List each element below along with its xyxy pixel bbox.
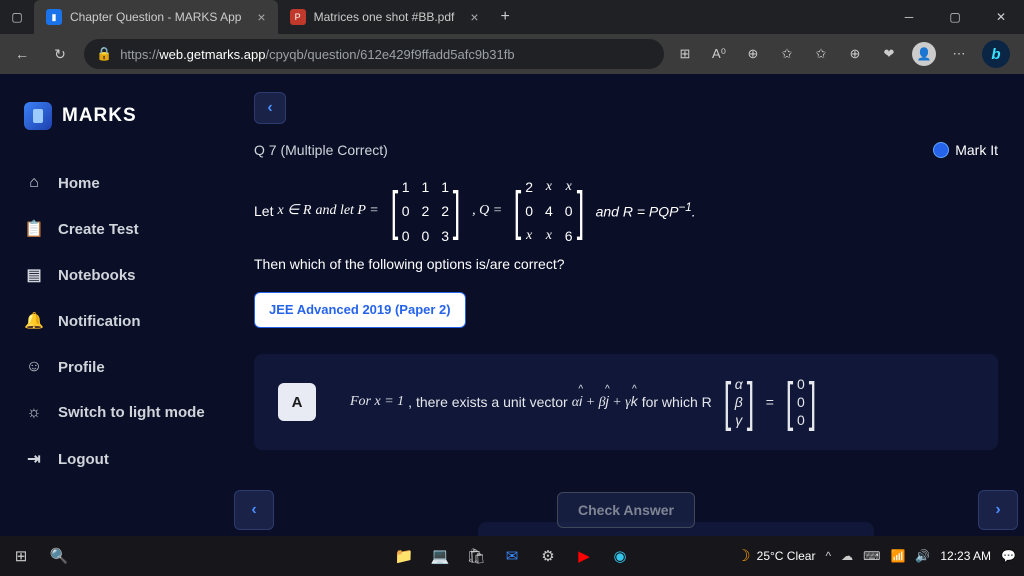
brand-icon bbox=[24, 102, 52, 130]
search-button[interactable]: 🔍 bbox=[42, 539, 76, 573]
profile-icon: ☺ bbox=[24, 357, 44, 377]
extension-icon[interactable]: ❤ bbox=[878, 43, 900, 65]
taskbar-youtube[interactable]: ▶ bbox=[567, 539, 601, 573]
mark-it-button[interactable]: Mark It bbox=[933, 142, 998, 158]
question-then: Then which of the following options is/a… bbox=[254, 253, 998, 275]
clock[interactable]: 12:23 AM bbox=[940, 549, 991, 563]
chevron-up-icon[interactable]: ^ bbox=[825, 549, 831, 563]
close-window-button[interactable]: ✕ bbox=[978, 0, 1024, 34]
sidebar-item-theme[interactable]: ☼Switch to light mode bbox=[24, 390, 228, 436]
sidebar: MARKS ⌂Home 📋Create Test ▤Notebooks 🔔Not… bbox=[0, 74, 228, 536]
matrix-Q: 2xx 040 xx6 bbox=[525, 176, 572, 247]
question-back-button[interactable]: ‹ bbox=[254, 92, 286, 124]
sidebar-item-profile[interactable]: ☺Profile bbox=[24, 344, 228, 390]
bing-button[interactable]: b bbox=[982, 40, 1010, 68]
tab-favicon-marks: ▮ bbox=[46, 9, 62, 25]
prev-question-button[interactable]: ‹ bbox=[234, 490, 274, 530]
profile-avatar[interactable]: 👤 bbox=[912, 42, 936, 66]
taskbar-store[interactable]: 🛍 bbox=[459, 539, 493, 573]
question-number: Q 7 (Multiple Correct) bbox=[254, 142, 388, 158]
brand[interactable]: MARKS bbox=[24, 102, 228, 130]
brand-text: MARKS bbox=[62, 105, 137, 127]
notebook-icon: ▤ bbox=[24, 265, 44, 285]
language-icon[interactable]: ⌨ bbox=[863, 549, 880, 563]
tab-spacer: ▢ bbox=[0, 0, 34, 34]
option-a-card[interactable]: A For x = 1 , there exists a unit vector… bbox=[254, 354, 998, 450]
source-tag[interactable]: JEE Advanced 2019 (Paper 2) bbox=[254, 292, 466, 329]
sun-icon: ☼ bbox=[24, 403, 44, 423]
browser-titlebar: ▢ ▮ Chapter Question - MARKS App × P Mat… bbox=[0, 0, 1024, 34]
check-answer-button[interactable]: Check Answer bbox=[557, 492, 695, 528]
sidebar-item-notification[interactable]: 🔔Notification bbox=[24, 298, 228, 344]
taskbar-edge[interactable]: ◉ bbox=[603, 539, 637, 573]
tab-marks-app[interactable]: ▮ Chapter Question - MARKS App × bbox=[34, 0, 278, 34]
sidebar-item-create-test[interactable]: 📋Create Test bbox=[24, 206, 228, 252]
maximize-button[interactable]: ▢ bbox=[932, 0, 978, 34]
sidebar-item-logout[interactable]: ⇥Logout bbox=[24, 436, 228, 482]
wifi-icon[interactable]: 📶 bbox=[890, 549, 905, 563]
weather-widget[interactable]: ☽ 25°C Clear bbox=[736, 546, 815, 566]
favorites-bar-icon[interactable]: ✩ bbox=[810, 43, 832, 65]
home-icon: ⌂ bbox=[24, 173, 44, 193]
question-nav-bar: ‹ Check Answer › bbox=[228, 484, 1024, 536]
tab-pdf[interactable]: P Matrices one shot #BB.pdf × bbox=[278, 0, 491, 34]
collections-icon[interactable]: ⊕ bbox=[844, 43, 866, 65]
bookmark-icon bbox=[933, 142, 949, 158]
weather-icon: ☽ bbox=[736, 546, 750, 566]
tab-title: Matrices one shot #BB.pdf bbox=[314, 10, 455, 24]
address-bar: ← ↻ 🔒 https://web.getmarks.app/cpyqb/que… bbox=[0, 34, 1024, 74]
logout-icon: ⇥ bbox=[24, 449, 44, 469]
read-aloud-icon[interactable]: A⁰ bbox=[708, 43, 730, 65]
close-icon[interactable]: × bbox=[257, 9, 265, 25]
app-grid-icon[interactable]: ⊞ bbox=[674, 43, 696, 65]
bell-icon: 🔔 bbox=[24, 311, 44, 331]
back-button[interactable]: ← bbox=[8, 40, 36, 68]
refresh-button[interactable]: ↻ bbox=[46, 40, 74, 68]
windows-taskbar: ⊞ 🔍 📁 💻 🛍 ✉ ⚙ ▶ ◉ ☽ 25°C Clear ^ ☁ ⌨ 📶 🔊… bbox=[0, 536, 1024, 576]
taskbar-app[interactable]: 💻 bbox=[423, 539, 457, 573]
sidebar-item-notebooks[interactable]: ▤Notebooks bbox=[24, 252, 228, 298]
notifications-icon[interactable]: 💬 bbox=[1001, 549, 1016, 563]
question-body: Let x ∈ R and let P = [ 111 022 003 ] , … bbox=[254, 176, 998, 328]
option-letter: A bbox=[278, 383, 316, 421]
taskbar-mail[interactable]: ✉ bbox=[495, 539, 529, 573]
onedrive-icon[interactable]: ☁ bbox=[841, 549, 853, 563]
taskbar-explorer[interactable]: 📁 bbox=[387, 539, 421, 573]
volume-icon[interactable]: 🔊 bbox=[915, 549, 930, 563]
start-button[interactable]: ⊞ bbox=[4, 539, 38, 573]
main-content: ‹ Q 7 (Multiple Correct) Mark It Let x ∈… bbox=[228, 74, 1024, 536]
tab-title: Chapter Question - MARKS App bbox=[70, 10, 241, 24]
lock-icon: 🔒 bbox=[96, 46, 112, 62]
new-tab-button[interactable]: + bbox=[491, 8, 520, 26]
test-icon: 📋 bbox=[24, 219, 44, 239]
taskbar-settings[interactable]: ⚙ bbox=[531, 539, 565, 573]
more-icon[interactable]: ⋯ bbox=[948, 43, 970, 65]
next-question-button[interactable]: › bbox=[978, 490, 1018, 530]
tab-favicon-pdf: P bbox=[290, 9, 306, 25]
close-icon[interactable]: × bbox=[470, 9, 478, 25]
minimize-button[interactable]: ─ bbox=[886, 0, 932, 34]
favorite-icon[interactable]: ✩ bbox=[776, 43, 798, 65]
url-input[interactable]: 🔒 https://web.getmarks.app/cpyqb/questio… bbox=[84, 39, 664, 69]
sidebar-item-home[interactable]: ⌂Home bbox=[24, 160, 228, 206]
matrix-P: 111 022 003 bbox=[402, 176, 449, 247]
zoom-icon[interactable]: ⊕ bbox=[742, 43, 764, 65]
